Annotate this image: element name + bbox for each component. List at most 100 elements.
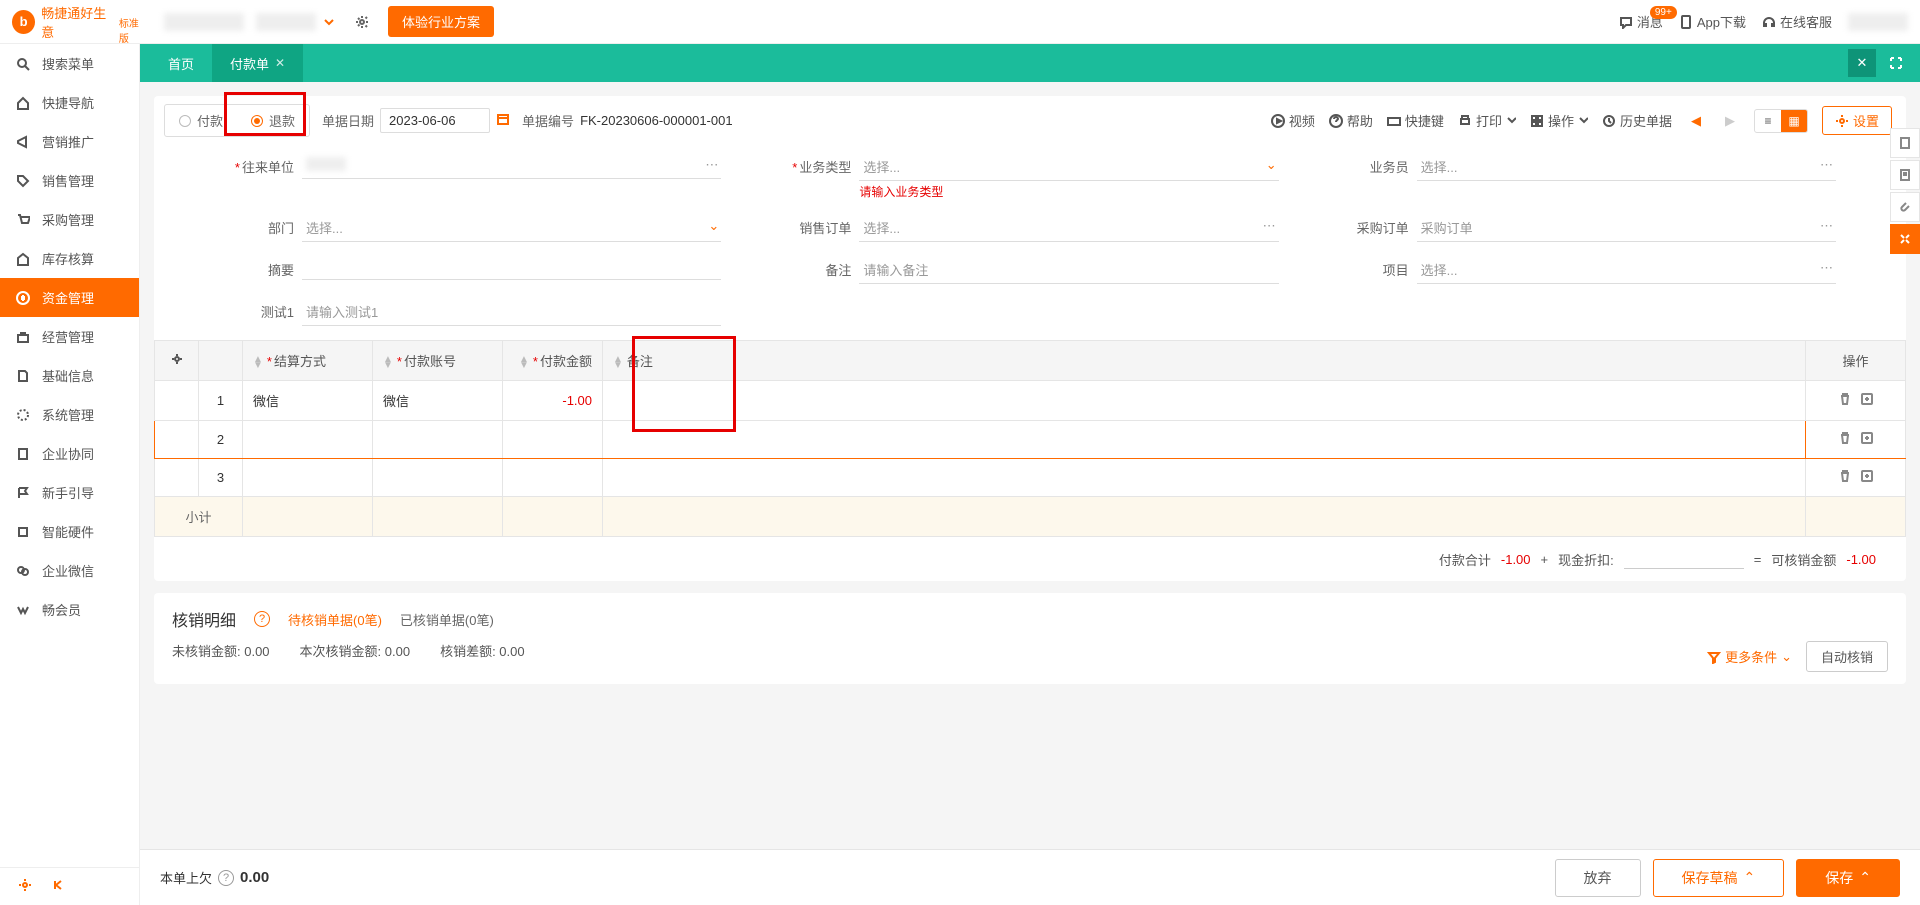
messages-badge: 99+ [1650,6,1677,19]
help-icon[interactable]: ? [254,611,270,627]
settings-button[interactable]: 设置 [1822,106,1892,135]
writeoff-tab-pending[interactable]: 待核销单据(0笔) [288,610,382,629]
history-button[interactable]: 历史单据 [1602,111,1672,130]
help-icon[interactable]: ? [218,870,234,886]
help-button[interactable]: 帮助 [1329,111,1373,130]
row-add-button[interactable] [1860,471,1874,486]
org-name-blurred [164,13,244,31]
discard-button[interactable]: 放弃 [1555,859,1641,897]
rail-note-button[interactable] [1890,160,1920,190]
user-avatar-blurred[interactable] [1848,13,1908,31]
biztype-input[interactable]: 选择...⌄ [859,153,1278,181]
rail-draft-button[interactable] [1890,128,1920,158]
operator-input[interactable]: 选择...⋯ [1417,153,1836,181]
col-ops: 操作 [1806,341,1906,381]
view-form-button[interactable]: ▦ [1781,110,1807,132]
col-gear[interactable] [155,341,199,381]
close-icon[interactable]: ✕ [275,56,285,70]
table-row[interactable]: 1 微信 微信 -1.00 [155,381,1906,421]
col-remark[interactable]: ▲▼备注 [603,341,1806,381]
row-add-button[interactable] [1860,433,1874,448]
cell-remark[interactable] [603,459,1806,497]
sidebar-item-basicinfo[interactable]: 基础信息 [0,356,139,395]
row-delete-button[interactable] [1838,433,1852,448]
calendar-icon[interactable] [496,112,510,129]
messages-button[interactable]: 消息 99+ [1619,12,1663,31]
cell-account[interactable] [373,421,503,459]
save-button[interactable]: 保存⌃ [1796,859,1900,897]
cell-amount[interactable]: -1.00 [503,381,603,421]
print-button[interactable]: 打印 [1458,111,1516,130]
prev-bill-button[interactable]: ◀ [1686,111,1706,131]
sidebar-item-inventory[interactable]: 库存核算 [0,239,139,278]
shortcut-button[interactable]: 快捷键 [1387,111,1444,130]
rail-expand-button[interactable] [1890,224,1920,254]
col-method[interactable]: ▲▼*结算方式 [243,341,373,381]
remark-input[interactable]: 请输入备注 [859,256,1278,284]
stat-unwritten: 未核销金额: 0.00 [172,641,270,672]
rail-attach-button[interactable] [1890,192,1920,222]
more-conditions-button[interactable]: 更多条件⌄ [1707,647,1792,666]
tabs-fullscreen-button[interactable] [1882,49,1910,77]
table-row[interactable]: 2 [155,421,1906,459]
radio-pay[interactable]: 付款 [165,105,237,136]
cell-remark[interactable] [603,381,1806,421]
sidebar-item-wechat[interactable]: 企业微信 [0,551,139,590]
row-delete-button[interactable] [1838,394,1852,409]
project-input[interactable]: 选择...⋯ [1417,256,1836,284]
app-download-button[interactable]: App下载 [1679,12,1746,31]
cell-amount[interactable] [503,421,603,459]
video-button[interactable]: 视频 [1271,111,1315,130]
tab-home[interactable]: 首页 [150,44,212,82]
purchase-order-input[interactable]: 采购订单⋯ [1417,214,1836,242]
cell-method[interactable] [243,421,373,459]
settings-gear-button[interactable] [348,8,376,36]
sidebar-collapse-button[interactable] [52,878,66,895]
sidebar-item-hardware[interactable]: 智能硬件 [0,512,139,551]
writeoff-tab-done[interactable]: 已核销单据(0笔) [400,610,494,629]
cell-account[interactable] [373,459,503,497]
sale-order-input[interactable]: 选择...⋯ [859,214,1278,242]
supplier-input[interactable]: ⋯ [302,153,721,179]
org-dropdown[interactable] [256,13,336,31]
sidebar-item-vip[interactable]: 畅会员 [0,590,139,629]
cash-discount-input[interactable] [1624,549,1744,569]
cell-remark[interactable] [603,421,1806,459]
view-list-button[interactable]: ≡ [1755,110,1781,132]
writeoff-amt-label: 可核销金额 [1771,550,1836,569]
sidebar-item-business[interactable]: 经营管理 [0,317,139,356]
sidebar-item-system[interactable]: 系统管理 [0,395,139,434]
auto-writeoff-button[interactable]: 自动核销 [1806,641,1888,672]
row-delete-button[interactable] [1838,471,1852,486]
summary-input[interactable] [302,256,721,280]
sidebar-item-collab[interactable]: 企业协同 [0,434,139,473]
save-draft-button[interactable]: 保存草稿⌃ [1653,859,1785,897]
sidebar-item-marketing[interactable]: 营销推广 [0,122,139,161]
sidebar-item-finance[interactable]: 资金管理 [0,278,139,317]
operate-button[interactable]: 操作 [1530,111,1588,130]
cell-amount[interactable] [503,459,603,497]
cell-method[interactable] [243,459,373,497]
dept-input[interactable]: 选择...⌄ [302,214,721,242]
online-service-button[interactable]: 在线客服 [1762,12,1832,31]
cell-account[interactable]: 微信 [373,381,503,421]
cell-method[interactable]: 微信 [243,381,373,421]
col-amount[interactable]: ▲▼*付款金额 [503,341,603,381]
sidebar-item-search[interactable]: 搜索菜单 [0,44,139,83]
tabs-close-all-button[interactable]: ✕ [1848,49,1876,77]
sidebar-item-quicknav[interactable]: 快捷导航 [0,83,139,122]
table-row[interactable]: 3 [155,459,1906,497]
sidebar-item-purchase[interactable]: 采购管理 [0,200,139,239]
trial-button[interactable]: 体验行业方案 [388,6,494,37]
next-bill-button[interactable]: ▶ [1720,111,1740,131]
sidebar-item-guide[interactable]: 新手引导 [0,473,139,512]
row-add-button[interactable] [1860,394,1874,409]
sidebar-settings-button[interactable] [18,878,32,895]
tab-payment[interactable]: 付款单 ✕ [212,44,303,82]
sidebar-item-sales[interactable]: 销售管理 [0,161,139,200]
bill-date-input[interactable]: 2023-06-06 [380,108,490,133]
radio-refund[interactable]: 退款 [237,105,309,136]
col-account[interactable]: ▲▼*付款账号 [373,341,503,381]
tab-label: 付款单 [230,54,269,73]
test1-input[interactable]: 请输入测试1 [302,298,721,326]
